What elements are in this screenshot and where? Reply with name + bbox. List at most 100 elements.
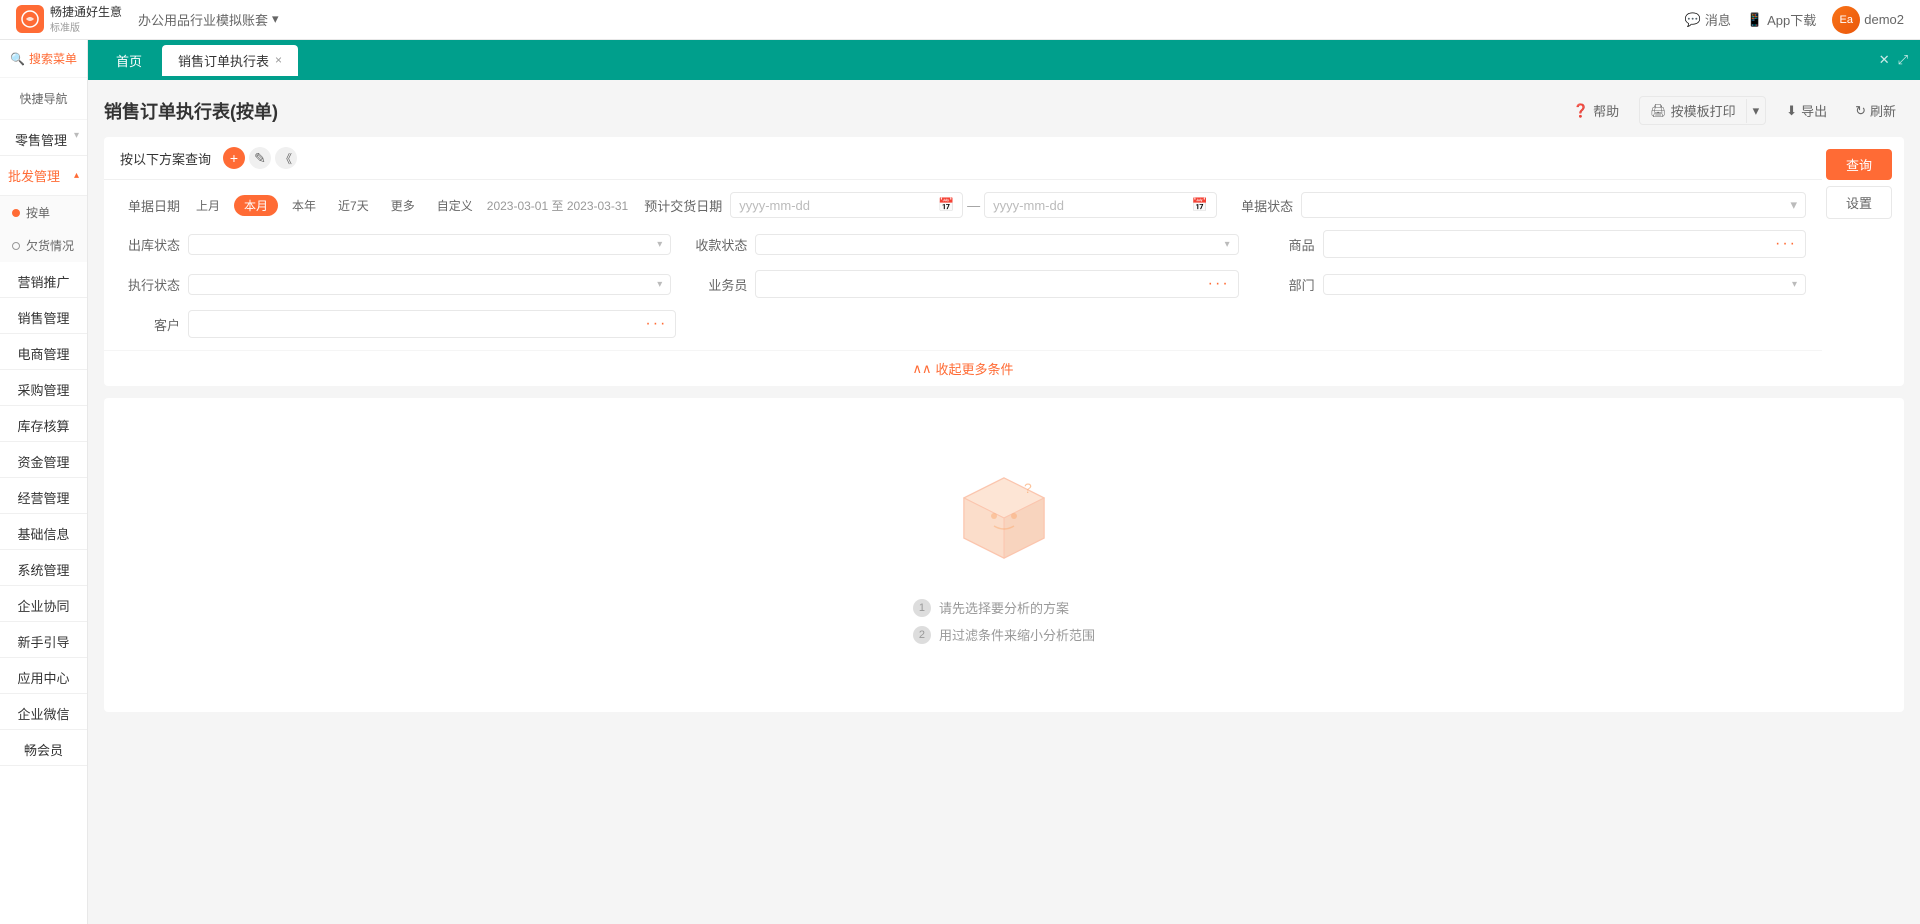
sidebar-item-finance[interactable]: 资金管理 [0,442,87,478]
sidebar-item-retail[interactable]: 零售管理 ▾ [0,120,87,156]
filter-row-4: 客户 ··· [120,310,1806,338]
tabs-right: ✕ ⤢ [1879,52,1908,68]
exec-select[interactable]: ▾ [188,274,671,295]
status-select[interactable]: ▾ [1301,192,1806,218]
filter-scheme-btns: + ✎ 《 [223,147,297,169]
sidebar-item-sales[interactable]: 销售管理 [0,298,87,334]
sidebar-item-marketing[interactable]: 营销推广 [0,262,87,298]
collapse-more-btn[interactable]: ∧∧ 收起更多条件 [112,359,1814,378]
date-separator: — [967,198,980,213]
print-main[interactable]: 🖨 按模板打印 [1640,97,1746,124]
print-arrow-icon[interactable]: ▾ [1746,99,1766,123]
customer-dots-icon: ··· [645,315,667,333]
sidebar-item-basic[interactable]: 基础信息 [0,514,87,550]
sidebar-item-newbie[interactable]: 新手引导 [0,622,87,658]
sidebar-sub-item-order[interactable]: 按单 [0,196,87,229]
sidebar-item-operation[interactable]: 经营管理 [0,478,87,514]
date-range-text: 2023-03-01 至 2023-03-31 [487,197,628,214]
sidebar-item-quicknav[interactable]: 快捷导航 [0,78,87,120]
refresh-btn[interactable]: ↻ 刷新 [1847,97,1904,124]
message-btn[interactable]: 💬 消息 [1685,10,1731,29]
app-download-btn[interactable]: 📱 App下载 [1747,10,1816,29]
print-btn[interactable]: 🖨 按模板打印 ▾ [1639,96,1766,125]
tab-home[interactable]: 首页 [100,45,158,76]
settings-btn[interactable]: 设置 [1826,186,1892,219]
window-max-btn[interactable]: ⤢ [1898,52,1908,68]
sidebar-item-ecommerce[interactable]: 电商管理 [0,334,87,370]
content-area: 首页 销售订单执行表 × ✕ ⤢ 销售订单执行表(按单) ❓ 帮助 [88,40,1920,924]
filter-content: 按以下方案查询 + ✎ 《 [104,137,1904,386]
delivery-select[interactable]: ▾ [188,234,671,255]
scheme-collapse-btn[interactable]: 《 [275,147,297,169]
app-icon: 📱 [1747,12,1763,28]
date-tabs: 上月 本月 本年 近7天 更多 自定义 2023-03-01 至 2023-03… [188,195,628,216]
page-title: 销售订单执行表(按单) [104,98,278,124]
date-tab-thisyear[interactable]: 本年 [284,195,324,216]
empty-state: ? 1 请先选择要分析的方案 2 用过滤条件来缩小分析范围 [104,398,1904,712]
scheme-edit-btn[interactable]: ✎ [249,147,271,169]
export-btn[interactable]: ⬇ 导出 [1778,97,1835,124]
sidebar-item-system[interactable]: 系统管理 [0,550,87,586]
retail-arrow-icon: ▾ [74,130,79,141]
avatar: Ea [1832,6,1860,34]
user-menu[interactable]: Ea demo2 [1832,6,1904,34]
logo-text: 畅捷通好生意 [50,5,122,19]
date-tab-custom[interactable]: 自定义 [429,195,481,216]
filter-body: 单据日期 上月 本月 本年 近7天 更多 自定义 2023-03-01 至 20… [104,180,1822,350]
payment-select[interactable]: ▾ [755,234,1238,255]
date-tab-more[interactable]: 更多 [383,195,423,216]
scheme-add-btn[interactable]: + [223,147,245,169]
status-label: 单据状态 [1233,196,1293,215]
date-tab-7days[interactable]: 近7天 [330,195,377,216]
step-2-num: 2 [913,626,931,644]
query-btn[interactable]: 查询 [1826,149,1892,180]
goods-input[interactable]: ··· [1323,230,1806,258]
filter-customer: 客户 ··· [120,310,676,338]
collapse-up-icon: ∧∧ [912,361,931,377]
sidebar-item-wechat[interactable]: 企业微信 [0,694,87,730]
filter-row-2: 出库状态 ▾ 收款状态 [120,230,1806,258]
customer-input[interactable]: ··· [188,310,676,338]
help-btn[interactable]: ❓ 帮助 [1565,97,1627,124]
tab-close-icon[interactable]: × [275,53,282,67]
topbar-right: 💬 消息 📱 App下载 Ea demo2 [1685,6,1904,34]
empty-step-2: 2 用过滤条件来缩小分析范围 [913,625,1095,644]
date-tab-thismonth[interactable]: 本月 [234,195,278,216]
sidebar-item-search[interactable]: 🔍 搜索菜单 [0,40,87,78]
breadcrumb-text: 办公用品行业模拟账套 [138,10,268,29]
svg-text:?: ? [1024,480,1032,496]
sidebar-item-apps[interactable]: 应用中心 [0,658,87,694]
username-label: demo2 [1864,12,1904,27]
filter-payment: 收款状态 ▾ [687,234,1238,255]
breadcrumb-selector[interactable]: 办公用品行业模拟账套 ▾ [130,6,287,33]
filter-scheme-title: 按以下方案查询 [120,149,211,168]
date-end-input[interactable]: yyyy-mm-dd 📅 [984,192,1217,218]
tab-sales-exec[interactable]: 销售订单执行表 × [162,45,298,76]
dept-select[interactable]: ▾ [1323,274,1806,295]
sidebar-item-enterprise[interactable]: 企业协同 [0,586,87,622]
refresh-icon: ↻ [1855,103,1866,119]
customer-label: 客户 [120,315,180,334]
sidebar: 🔍 搜索菜单 快捷导航 零售管理 ▾ 批发管理 ▴ 按单 欠货情况 营销推广 销… [0,40,88,924]
sidebar-sub-wholesale: 按单 欠货情况 [0,196,87,262]
print-icon: 🖨 [1650,103,1667,119]
date-start-placeholder: yyyy-mm-dd [739,198,810,213]
quicknav-label: 快捷导航 [19,92,67,106]
salesman-input[interactable]: ··· [755,270,1238,298]
filter-header: 按以下方案查询 + ✎ 《 [104,137,1822,180]
sidebar-item-inventory[interactable]: 库存核算 [0,406,87,442]
step-1-num: 1 [913,599,931,617]
date-tab-lastmonth[interactable]: 上月 [188,195,228,216]
topbar: 畅捷通好生意 标准版 办公用品行业模拟账套 ▾ 💬 消息 📱 App下载 Ea … [0,0,1920,40]
sidebar-item-purchase[interactable]: 采购管理 [0,370,87,406]
sidebar-sub-item-debt[interactable]: 欠货情况 [0,229,87,262]
home-tab-label: 首页 [116,51,142,70]
sidebar-item-member[interactable]: 畅会员 [0,730,87,766]
date-start-input[interactable]: yyyy-mm-dd 📅 [730,192,963,218]
sidebar-item-wholesale[interactable]: 批发管理 ▴ [0,156,87,196]
window-close-btn[interactable]: ✕ [1879,52,1890,68]
refresh-label: 刷新 [1870,101,1896,120]
page-content: 销售订单执行表(按单) ❓ 帮助 🖨 按模板打印 ▾ ⬇ [88,80,1920,924]
filter-main: 按以下方案查询 + ✎ 《 [104,137,1822,386]
payment-chevron-icon: ▾ [1225,239,1230,250]
